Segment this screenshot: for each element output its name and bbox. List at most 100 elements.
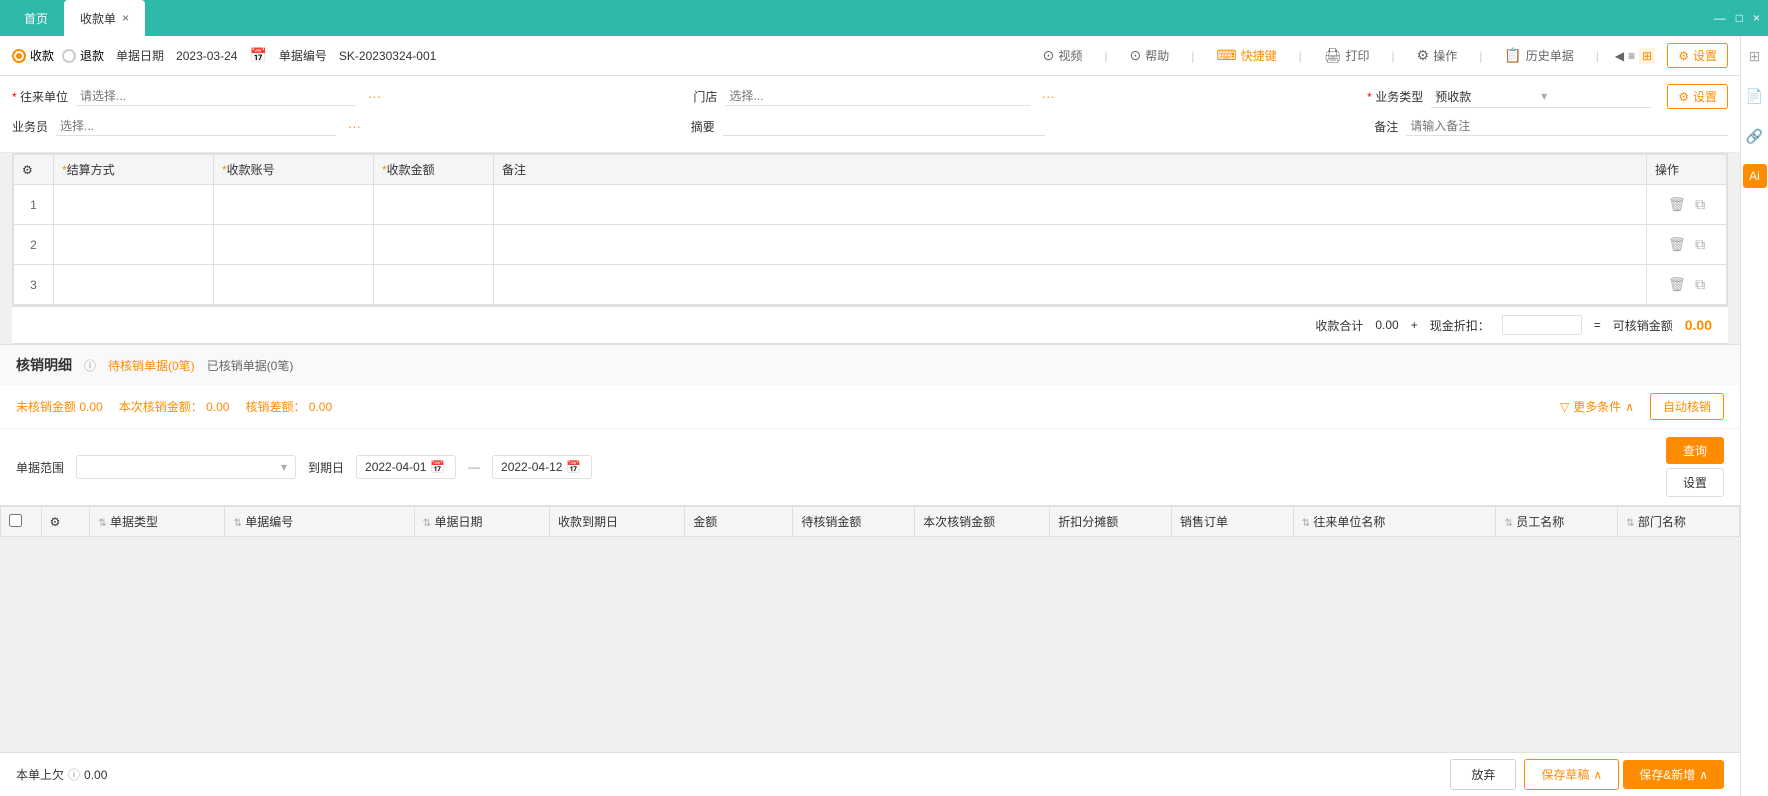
tab-home[interactable]: 首页 bbox=[8, 0, 64, 36]
copy-icon-1[interactable]: ⧉ bbox=[1695, 196, 1705, 212]
remark-3[interactable] bbox=[494, 265, 1647, 305]
biz-type-value: 预收款 bbox=[1435, 88, 1541, 105]
info-icon[interactable]: ⓘ bbox=[68, 766, 80, 783]
delete-icon-1[interactable]: 🗑 bbox=[1668, 196, 1686, 212]
save-draft-arrow: ∧ bbox=[1593, 768, 1602, 782]
prev-icon[interactable]: ◀ bbox=[1615, 49, 1624, 63]
table-header-row: ⚙ *结算方式 *收款账号 *收款金额 备注 操作 bbox=[14, 155, 1727, 185]
chevron-down-icon: ▾ bbox=[1541, 89, 1647, 103]
save-draft-label: 保存草稿 bbox=[1541, 766, 1589, 783]
settlement-3[interactable] bbox=[54, 265, 214, 305]
print-action[interactable]: 🖨 打印 bbox=[1318, 45, 1376, 66]
discount-input[interactable] bbox=[1502, 315, 1582, 335]
date-label: 单据日期 bbox=[116, 47, 164, 64]
current-due-label: 本单上欠 bbox=[16, 766, 64, 783]
tab-done[interactable]: 已核销单据(0笔) bbox=[207, 357, 294, 374]
account-3[interactable] bbox=[214, 265, 374, 305]
more-conditions-label: 更多条件 bbox=[1573, 398, 1621, 415]
verify-info-icon[interactable]: ⓘ bbox=[84, 357, 96, 374]
abandon-button[interactable]: 放弃 bbox=[1450, 759, 1516, 790]
auto-verify-button[interactable]: 自动核销 bbox=[1650, 393, 1724, 420]
settlement-1[interactable] bbox=[54, 185, 214, 225]
delete-icon-3[interactable]: 🗑 bbox=[1668, 276, 1686, 292]
layout1-icon[interactable]: ≡ bbox=[1628, 49, 1635, 63]
minimize-icon[interactable]: — bbox=[1714, 11, 1726, 25]
remark-2[interactable] bbox=[494, 225, 1647, 265]
store-input[interactable] bbox=[725, 87, 1029, 106]
view-toggle[interactable]: ◀ ≡ ⊞ bbox=[1615, 48, 1655, 64]
save-new-button[interactable]: 保存&新增 ∧ bbox=[1623, 760, 1724, 789]
sidebar-attachment-icon[interactable]: 🔗 bbox=[1743, 124, 1767, 148]
footer: 本单上欠 ⓘ 0.00 放弃 保存草稿 ∧ 保存&新增 ∧ bbox=[0, 752, 1740, 796]
maximize-icon[interactable]: □ bbox=[1736, 11, 1743, 25]
form-row-1: 往来单位 ··· 门店 ··· 业务类型 预收款 ▾ ⚙ 设置 bbox=[12, 84, 1728, 109]
company-input[interactable] bbox=[76, 87, 356, 106]
calendar-icon2: 📅 bbox=[430, 460, 445, 474]
sidebar-table-icon[interactable]: ⊞ bbox=[1743, 44, 1767, 68]
biz-type-select[interactable]: 预收款 ▾ bbox=[1431, 86, 1651, 108]
query-label: 查询 bbox=[1683, 444, 1707, 458]
sidebar-doc-icon[interactable]: 📄 bbox=[1743, 84, 1767, 108]
summary-input[interactable] bbox=[723, 117, 1045, 136]
col-action: 操作 bbox=[1647, 155, 1727, 185]
history-action[interactable]: 📋 历史单据 bbox=[1498, 45, 1579, 66]
save-draft-button[interactable]: 保存草稿 ∧ bbox=[1524, 759, 1619, 790]
close-icon[interactable]: × bbox=[1753, 11, 1760, 25]
setting-button[interactable]: ⚙ 设置 bbox=[1667, 43, 1728, 68]
row-num-3: 3 bbox=[14, 265, 54, 305]
delete-icon-2[interactable]: 🗑 bbox=[1668, 236, 1686, 252]
tab-close-icon[interactable]: × bbox=[122, 11, 129, 25]
layout2-icon[interactable]: ⊞ bbox=[1639, 48, 1655, 64]
settlement-2[interactable] bbox=[54, 225, 214, 265]
amount-3[interactable] bbox=[374, 265, 494, 305]
copy-icon-3[interactable]: ⧉ bbox=[1695, 276, 1705, 292]
col-amount: *收款金额 bbox=[374, 155, 494, 185]
remark-1[interactable] bbox=[494, 185, 1647, 225]
store-more-icon[interactable]: ··· bbox=[1042, 89, 1055, 104]
sidebar-ai-icon[interactable]: Ai bbox=[1743, 164, 1767, 188]
remark-input[interactable] bbox=[1406, 117, 1728, 136]
operation-action[interactable]: ⚙ 操作 bbox=[1411, 45, 1464, 66]
range-select[interactable]: ▾ bbox=[76, 455, 296, 479]
date-to[interactable]: 2022-04-12 📅 bbox=[492, 455, 592, 479]
shortcut-icon: ⌨ bbox=[1216, 47, 1236, 64]
form-area: 往来单位 ··· 门店 ··· 业务类型 预收款 ▾ ⚙ 设置 业务员 ··· … bbox=[0, 76, 1740, 153]
current-verify-value: 0.00 bbox=[206, 400, 229, 414]
col-sales-order: 销售订单 bbox=[1171, 507, 1293, 537]
col-checkbox[interactable] bbox=[1, 507, 42, 537]
date-value: 2023-03-24 bbox=[176, 49, 237, 63]
calendar-icon[interactable]: 📅 bbox=[249, 47, 266, 64]
filter-setting-button[interactable]: 设置 bbox=[1666, 468, 1724, 497]
help-action[interactable]: ⊙ 帮助 bbox=[1123, 45, 1175, 66]
account-1[interactable] bbox=[214, 185, 374, 225]
radio-tuikuan[interactable]: 退款 bbox=[62, 47, 104, 64]
date-from[interactable]: 2022-04-01 📅 bbox=[356, 455, 456, 479]
ai-label: Ai bbox=[1749, 169, 1760, 183]
copy-icon-2[interactable]: ⧉ bbox=[1695, 236, 1705, 252]
video-action[interactable]: ⊙ 视频 bbox=[1037, 45, 1089, 66]
query-button[interactable]: 查询 bbox=[1666, 437, 1724, 464]
radio-shoukuan[interactable]: 收款 bbox=[12, 47, 54, 64]
company-label: 往来单位 bbox=[12, 88, 68, 105]
staff-label: 业务员 bbox=[12, 118, 48, 135]
more-conditions[interactable]: ▽ 更多条件 ∧ bbox=[1560, 398, 1634, 415]
company-more-icon[interactable]: ··· bbox=[368, 89, 381, 104]
col-settings[interactable]: ⚙ bbox=[14, 155, 54, 185]
amount-2[interactable] bbox=[374, 225, 494, 265]
col-due-date: 收款到期日 bbox=[549, 507, 684, 537]
account-2[interactable] bbox=[214, 225, 374, 265]
diff-stat: 核销差额： 0.00 bbox=[245, 398, 332, 415]
current-stat: 本次核销金额： 0.00 bbox=[119, 398, 230, 415]
verifiable-value: 0.00 bbox=[1685, 317, 1712, 333]
staff-input[interactable] bbox=[56, 117, 336, 136]
amount-1[interactable] bbox=[374, 185, 494, 225]
tab-pending[interactable]: 待核销单据(0笔) bbox=[108, 357, 195, 374]
tab-current[interactable]: 收款单 × bbox=[64, 0, 145, 36]
col-settings2[interactable]: ⚙ bbox=[41, 507, 90, 537]
shortcut-action[interactable]: ⌨ 快捷键 bbox=[1210, 45, 1282, 66]
print-label: 打印 bbox=[1345, 47, 1369, 64]
biz-type-label: 业务类型 bbox=[1367, 88, 1423, 105]
select-all-checkbox[interactable] bbox=[9, 514, 22, 527]
staff-more-icon[interactable]: ··· bbox=[348, 119, 361, 134]
form-setting-button[interactable]: ⚙ 设置 bbox=[1667, 84, 1728, 109]
